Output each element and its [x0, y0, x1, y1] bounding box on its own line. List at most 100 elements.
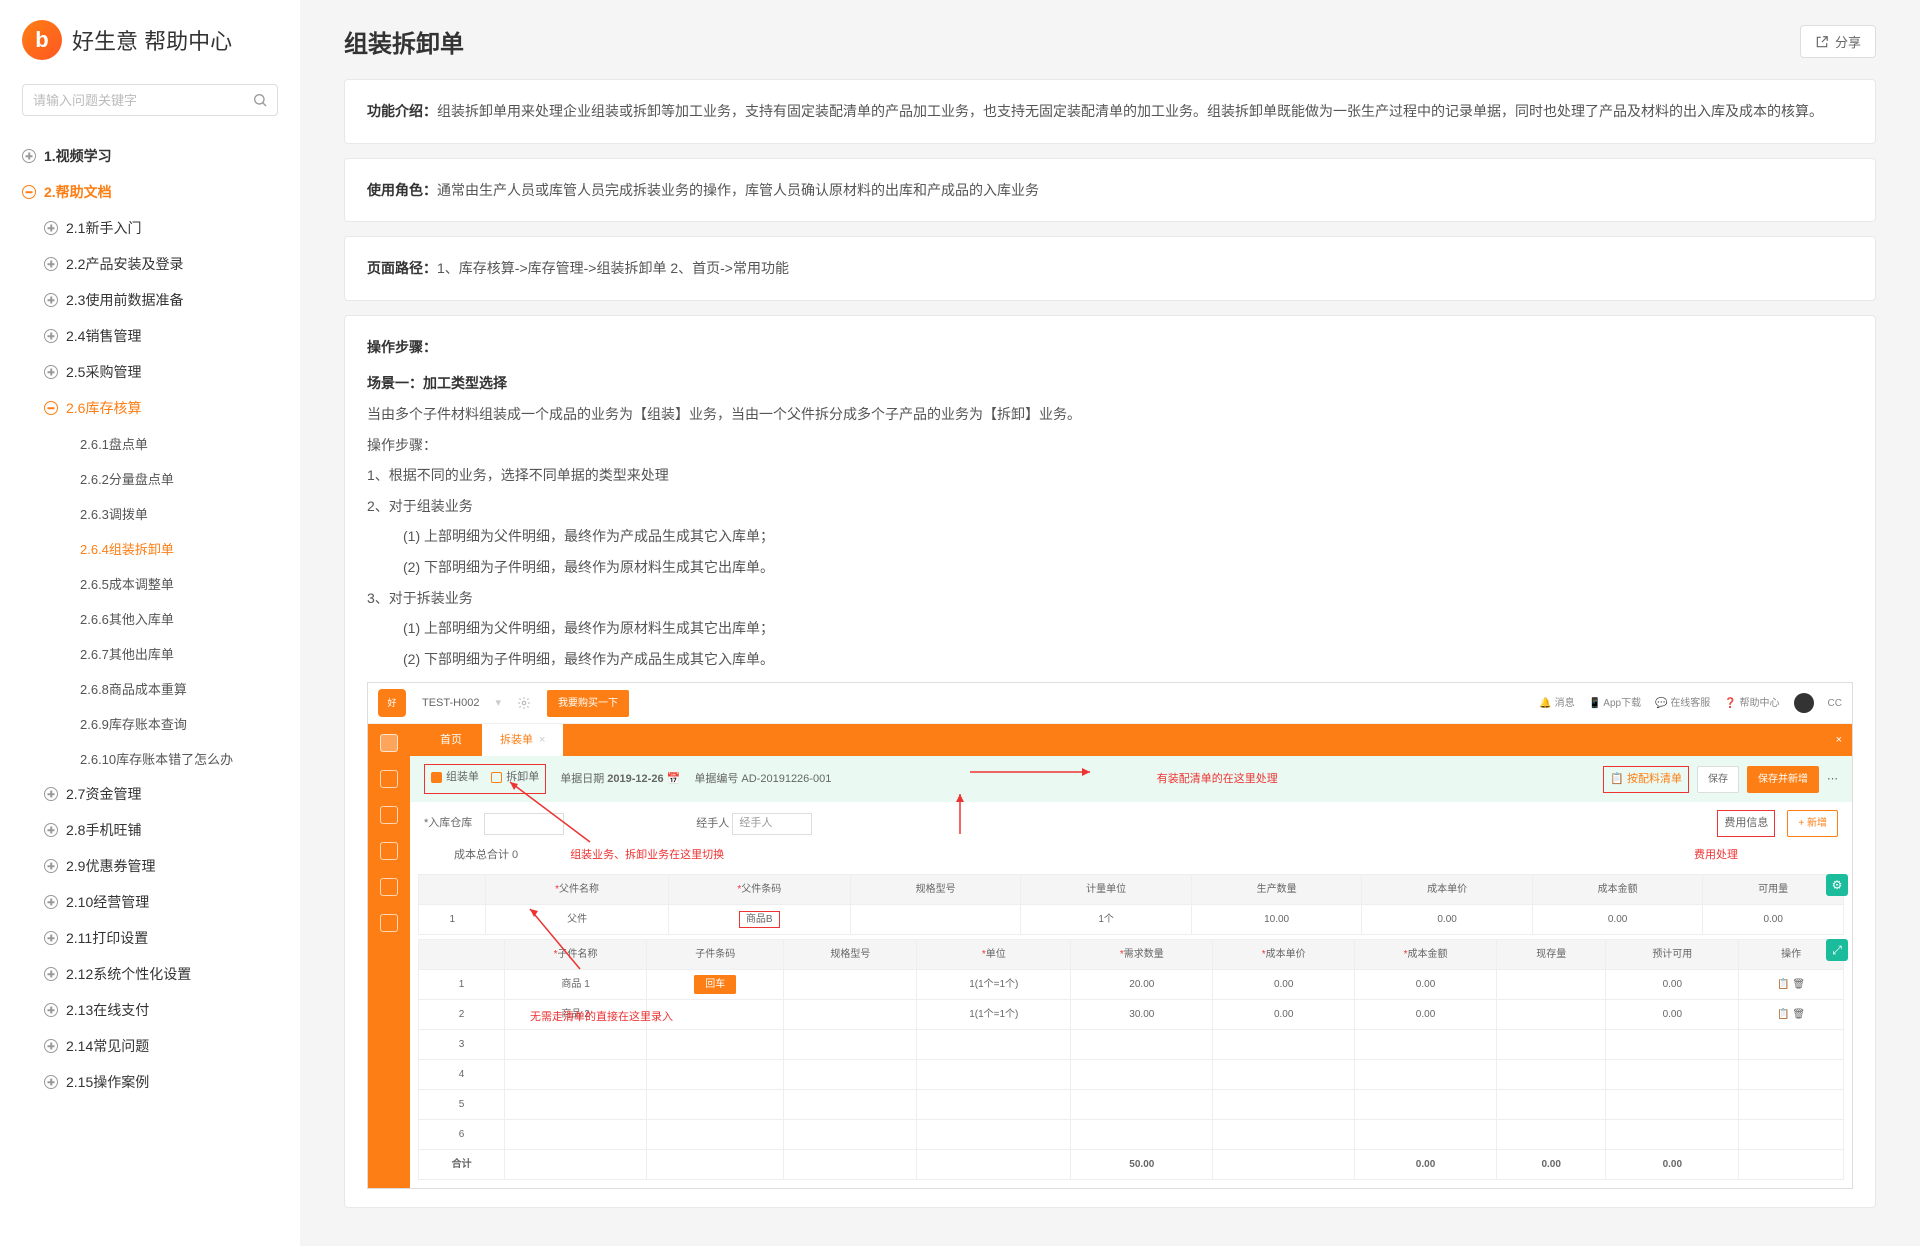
- nav-l2-item[interactable]: 2.12系统个性化设置: [22, 956, 278, 992]
- search-input[interactable]: [22, 84, 278, 116]
- role-card: 使用角色：通常由生产人员或库管人员完成拆装业务的操作，库管人员确认原材料的出库和…: [344, 158, 1876, 223]
- nav-l3-item[interactable]: 2.6.10库存账本错了怎么办: [22, 741, 278, 776]
- anno-radio-box: 组装单 拆卸单: [424, 764, 546, 794]
- annotation: 有装配清单的在这里处理: [1157, 769, 1278, 790]
- handler-input[interactable]: 经手人: [732, 813, 812, 835]
- mock-link-msg[interactable]: 🔔 消息: [1539, 694, 1574, 713]
- nav-icon[interactable]: [380, 770, 398, 788]
- mock-link-help[interactable]: ❓ 帮助中心: [1724, 694, 1779, 713]
- nav-l1-docs[interactable]: 2.帮助文档: [22, 174, 278, 210]
- nav-icon[interactable]: [380, 806, 398, 824]
- anno-fee-box: 费用信息: [1717, 810, 1775, 837]
- plus-icon: [44, 823, 58, 837]
- nav-l2-item[interactable]: 2.2产品安装及登录: [22, 246, 278, 282]
- mock-logo-icon: 好: [378, 689, 406, 717]
- path-card: 页面路径：1、库存核算->库存管理->组装拆卸单 2、首页->常用功能: [344, 236, 1876, 301]
- share-button[interactable]: 分享: [1800, 25, 1876, 58]
- nav-l3-item[interactable]: 2.6.7其他出库单: [22, 636, 278, 671]
- plus-icon: [44, 895, 58, 909]
- annotation: 费用处理: [1694, 845, 1738, 866]
- nav-l2-item[interactable]: 2.13在线支付: [22, 992, 278, 1028]
- nav-l3-item[interactable]: 2.6.8商品成本重算: [22, 671, 278, 706]
- nav-l2-item[interactable]: 2.10经营管理: [22, 884, 278, 920]
- plus-icon: [44, 329, 58, 343]
- close-icon[interactable]: ×: [539, 730, 545, 751]
- expand-icon[interactable]: ⤢: [1826, 939, 1848, 961]
- copy-icon[interactable]: 📋: [1777, 1009, 1789, 1020]
- plus-icon: [44, 365, 58, 379]
- gear-icon: [517, 696, 531, 710]
- nav-l2-item[interactable]: 2.4销售管理: [22, 318, 278, 354]
- nav-l3-item[interactable]: 2.6.1盘点单: [22, 426, 278, 461]
- settings-icon[interactable]: ⚙: [1826, 874, 1848, 896]
- mock-topbar: 好 TEST-H002 ▾ 我要购买一下 🔔 消息 📱 App下载 💬 在线客服…: [368, 683, 1852, 724]
- plus-icon: [22, 149, 36, 163]
- nav-l2-item[interactable]: 2.1新手入门: [22, 210, 278, 246]
- parent-table: 父件名称父件条码规格型号计量单位生产数量成本单价成本金额可用量1父件商品B1个1…: [418, 874, 1844, 935]
- nav-icon[interactable]: [380, 842, 398, 860]
- tab-disassembly[interactable]: 拆装单×: [482, 724, 563, 756]
- nav-l2-item[interactable]: 2.5采购管理: [22, 354, 278, 390]
- share-icon: [1815, 35, 1829, 49]
- nav-l2-item[interactable]: 2.6库存核算: [22, 390, 278, 426]
- nav-l3-item[interactable]: 2.6.2分量盘点单: [22, 461, 278, 496]
- minus-icon: [22, 185, 36, 199]
- add-fee-button[interactable]: + 新增: [1787, 810, 1838, 837]
- brand-logo-icon: b: [22, 20, 62, 60]
- mock-link-app[interactable]: 📱 App下载: [1589, 694, 1641, 713]
- child-table: 子件名称子件条码规格型号单位需求数量成本单价成本金额现存量预计可用操作1商品 1…: [418, 939, 1844, 1180]
- nav-l2-item[interactable]: 2.9优惠券管理: [22, 848, 278, 884]
- embedded-screenshot: 好 TEST-H002 ▾ 我要购买一下 🔔 消息 📱 App下载 💬 在线客服…: [367, 682, 1853, 1189]
- sidebar: b 好生意 帮助中心 1.视频学习 2.帮助文档 2.1新手入门2.2产品安装及…: [0, 0, 300, 1246]
- copy-icon[interactable]: 📋: [1777, 979, 1789, 990]
- radio-disassembly[interactable]: 拆卸单: [491, 767, 539, 788]
- nav-l2-item[interactable]: 2.15操作案例: [22, 1064, 278, 1100]
- avatar[interactable]: [1794, 693, 1814, 713]
- more-icon[interactable]: ⋯: [1827, 769, 1838, 790]
- nav-l3-item[interactable]: 2.6.6其他入库单: [22, 601, 278, 636]
- nav-icon[interactable]: [380, 878, 398, 896]
- plus-icon: [44, 787, 58, 801]
- page-title: 组装拆卸单: [344, 24, 464, 59]
- mock-leftbar: [368, 724, 410, 1188]
- tab-home[interactable]: 首页: [422, 724, 480, 756]
- mock-buy-button[interactable]: 我要购买一下: [547, 690, 629, 717]
- mock-tabs: 首页 拆装单× ×: [410, 724, 1852, 756]
- search-box: [22, 84, 278, 116]
- nav-l2-item[interactable]: 2.7资金管理: [22, 776, 278, 812]
- plus-icon: [44, 293, 58, 307]
- nav-l3-item[interactable]: 2.6.4组装拆卸单: [22, 531, 278, 566]
- minus-icon: [44, 401, 58, 415]
- nav-l3-item[interactable]: 2.6.5成本调整单: [22, 566, 278, 601]
- close-icon[interactable]: ×: [1836, 730, 1842, 751]
- plus-icon: [44, 221, 58, 235]
- nav-l3-item[interactable]: 2.6.3调拨单: [22, 496, 278, 531]
- plus-icon: [44, 1003, 58, 1017]
- delete-icon[interactable]: 🗑: [1792, 979, 1805, 990]
- nav-l2-item[interactable]: 2.11打印设置: [22, 920, 278, 956]
- annotation: 组装业务、拆卸业务在这里切换: [570, 845, 724, 866]
- nav-l1-video[interactable]: 1.视频学习: [22, 138, 278, 174]
- nav-l2-item[interactable]: 2.8手机旺铺: [22, 812, 278, 848]
- nav-tree: 1.视频学习 2.帮助文档 2.1新手入门2.2产品安装及登录2.3使用前数据准…: [22, 138, 278, 1100]
- anno-list-btn: 📋 按配料清单: [1603, 766, 1689, 793]
- save-button[interactable]: 保存: [1697, 766, 1739, 793]
- nav-l2-item[interactable]: 2.3使用前数据准备: [22, 282, 278, 318]
- plus-icon: [44, 1075, 58, 1089]
- delete-icon[interactable]: 🗑: [1792, 1009, 1805, 1020]
- plus-icon: [44, 1039, 58, 1053]
- plus-icon: [44, 257, 58, 271]
- nav-l2-item[interactable]: 2.14常见问题: [22, 1028, 278, 1064]
- search-icon: [252, 92, 268, 108]
- home-icon[interactable]: [380, 734, 398, 752]
- plus-icon: [44, 967, 58, 981]
- nav-icon[interactable]: [380, 914, 398, 932]
- radio-assembly[interactable]: 组装单: [431, 767, 479, 788]
- annotation: 无需走清单的直接在这里录入: [530, 1007, 673, 1028]
- intro-card: 功能介绍：组装拆卸单用来处理企业组装或拆卸等加工业务，支持有固定装配清单的产品加…: [344, 79, 1876, 144]
- save-add-button[interactable]: 保存并新增: [1747, 766, 1819, 793]
- main-content: 组装拆卸单 分享 功能介绍：组装拆卸单用来处理企业组装或拆卸等加工业务，支持有固…: [300, 0, 1920, 1246]
- warehouse-input[interactable]: [484, 813, 564, 835]
- mock-link-service[interactable]: 💬 在线客服: [1655, 694, 1710, 713]
- nav-l3-item[interactable]: 2.6.9库存账本查询: [22, 706, 278, 741]
